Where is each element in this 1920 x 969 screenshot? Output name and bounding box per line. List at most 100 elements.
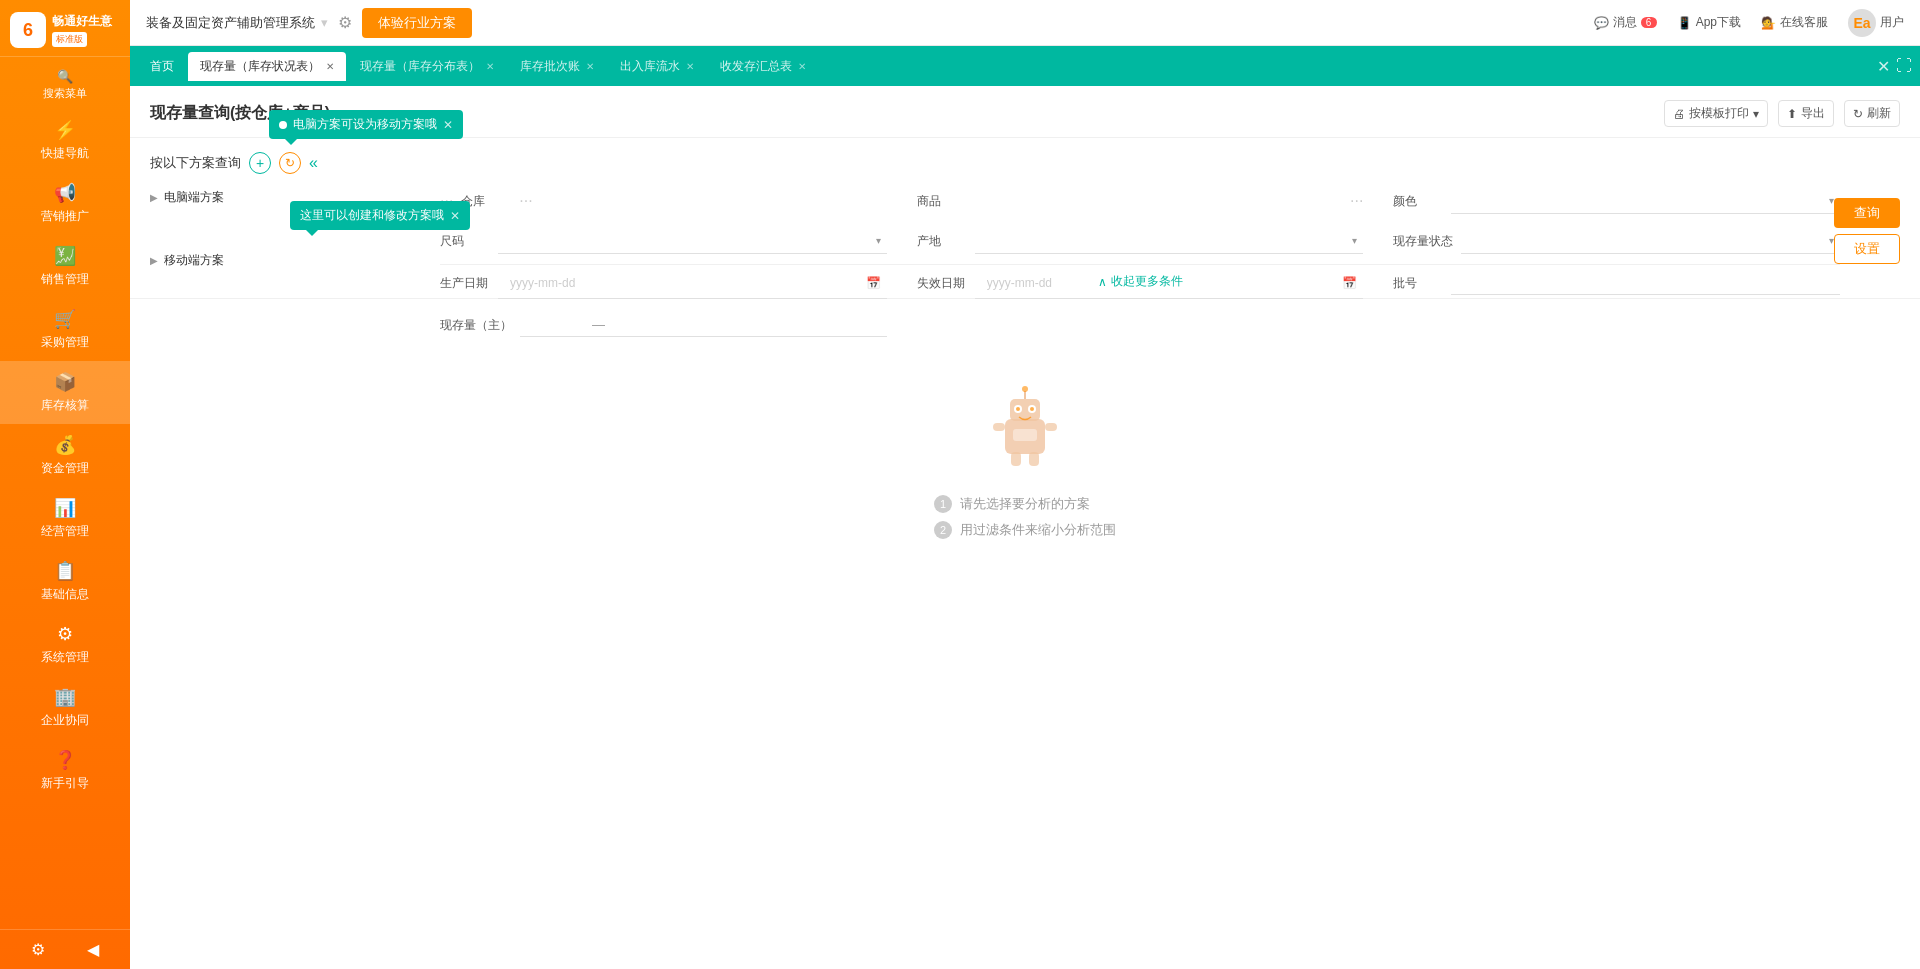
size-select[interactable]: ▾ — [498, 228, 887, 254]
sidebar-item-marketing[interactable]: 📢 营销推广 — [0, 172, 130, 235]
logo-icon: 6 — [10, 12, 46, 48]
content-inner: 现存量查询(按仓库+商品) 🖨 按模板打印 ▾ ⬆ 导出 ↻ 刷新 — [130, 86, 1920, 969]
tab-label: 现存量（库存状况表） — [200, 58, 320, 75]
filter-scheme-btn[interactable]: ↻ — [279, 152, 301, 174]
query-btn[interactable]: 查询 — [1834, 198, 1900, 228]
message-badge: 6 — [1641, 17, 1657, 28]
sidebar-collapse-btn[interactable]: ◀ — [87, 940, 99, 959]
export-icon: ⬆ — [1787, 107, 1797, 121]
schema-expand-icon[interactable]: ▶ — [150, 192, 158, 203]
warehouse-ellipsis[interactable]: ··· — [519, 192, 532, 210]
sidebar-logo[interactable]: 6 畅通好生意 标准版 — [0, 0, 130, 57]
online-support-btn[interactable]: 💁 在线客服 — [1761, 14, 1828, 31]
refresh-label: 刷新 — [1867, 105, 1891, 122]
schema-mobile-label[interactable]: 移动端方案 — [164, 252, 224, 269]
expand-btn[interactable]: ⛶ — [1896, 57, 1912, 75]
color-label: 颜色 — [1393, 193, 1443, 210]
svg-rect-12 — [1013, 429, 1037, 441]
app-download-label: App下载 — [1696, 14, 1741, 31]
refresh-btn[interactable]: ↻ 刷新 — [1844, 100, 1900, 127]
action-column: 查询 设置 — [1834, 198, 1900, 264]
stock-qty-min[interactable] — [526, 318, 586, 332]
empty-hint-2: 2 用过滤条件来缩小分析范围 — [934, 521, 1116, 539]
filter-goods: 商品 ··· — [917, 188, 1364, 214]
tab-close-icon[interactable]: ✕ — [686, 61, 694, 72]
tooltip-popup-2: 这里可以创建和修改方案哦 ✕ — [290, 201, 470, 230]
goods-ellipsis[interactable]: ··· — [1350, 192, 1363, 210]
tab-close-icon[interactable]: ✕ — [586, 61, 594, 72]
system-name-group: 装备及固定资产辅助管理系统 ▾ — [146, 14, 328, 32]
tab-batch-ledger[interactable]: 库存批次账 ✕ — [508, 52, 606, 81]
collapse-btn[interactable]: ∧ 收起更多条件 — [440, 264, 1840, 298]
empty-illustration — [975, 379, 1075, 479]
filter-stock-qty: 现存量（主） — — [440, 313, 887, 337]
user-profile-btn[interactable]: Ea 用户 — [1848, 9, 1904, 37]
svg-rect-11 — [1029, 452, 1039, 466]
sidebar-item-system[interactable]: ⚙ 系统管理 — [0, 613, 130, 676]
goods-label: 商品 — [917, 193, 967, 210]
trial-btn[interactable]: 体验行业方案 — [362, 8, 472, 38]
sidebar-item-label: 销售管理 — [41, 271, 89, 288]
color-select[interactable]: ▾ — [1451, 188, 1840, 214]
filter-add-btn[interactable]: + — [249, 152, 271, 174]
collapse-label: 收起更多条件 — [1111, 273, 1183, 290]
marketing-icon: 📢 — [54, 182, 76, 204]
sidebar-item-search[interactable]: 🔍 搜索菜单 — [0, 57, 130, 109]
tab-inventory-status[interactable]: 现存量（库存状况表） ✕ — [188, 52, 346, 81]
tab-inventory-dist[interactable]: 现存量（库存分布表） ✕ — [348, 52, 506, 81]
phone-icon: 📱 — [1677, 16, 1692, 30]
setting-btn[interactable]: 设置 — [1834, 234, 1900, 264]
tab-home[interactable]: 首页 — [138, 52, 186, 81]
logo-title: 畅通好生意 — [52, 13, 112, 30]
user-avatar-text: Ea — [1853, 15, 1870, 31]
range-dash: — — [592, 317, 605, 332]
settings-gear-icon[interactable]: ⚙ — [338, 13, 352, 32]
origin-select[interactable]: ▾ — [975, 228, 1364, 254]
sidebar-item-operation[interactable]: 📊 经营管理 — [0, 487, 130, 550]
app-download-btn[interactable]: 📱 App下载 — [1677, 14, 1741, 31]
sidebar-item-label: 采购管理 — [41, 334, 89, 351]
sidebar-item-purchase[interactable]: 🛒 采购管理 — [0, 298, 130, 361]
schema-desktop-label[interactable]: 电脑端方案 — [164, 189, 224, 206]
export-btn[interactable]: ⬆ 导出 — [1778, 100, 1834, 127]
basic-icon: 📋 — [54, 560, 76, 582]
stock-qty-max[interactable] — [611, 318, 671, 332]
tab-label: 库存批次账 — [520, 58, 580, 75]
filter-area: 按以下方案查询 + ↻ 电脑方案可设为移动方案哦 ✕ « — [130, 138, 1920, 299]
tooltip-close-2[interactable]: ✕ — [450, 209, 460, 223]
print-label: 按模板打印 — [1689, 105, 1749, 122]
tab-close-icon[interactable]: ✕ — [326, 61, 334, 72]
sidebar-item-sales[interactable]: 💹 销售管理 — [0, 235, 130, 298]
filter-back-btn[interactable]: « — [309, 154, 318, 172]
print-icon: 🖨 — [1673, 107, 1685, 121]
sidebar-item-quick-nav[interactable]: ⚡ 快捷导航 — [0, 109, 130, 172]
tooltip-popup-1: 电脑方案可设为移动方案哦 ✕ — [269, 110, 463, 139]
message-btn[interactable]: 💬 消息 6 — [1594, 14, 1657, 31]
sidebar-item-inventory[interactable]: 📦 库存核算 — [0, 361, 130, 424]
support-icon: 💁 — [1761, 16, 1776, 30]
tooltip-close-1[interactable]: ✕ — [443, 118, 453, 132]
tab-in-out-flow[interactable]: 出入库流水 ✕ — [608, 52, 706, 81]
tab-close-icon[interactable]: ✕ — [798, 61, 806, 72]
operation-icon: 📊 — [54, 497, 76, 519]
tab-receive-summary[interactable]: 收发存汇总表 ✕ — [708, 52, 818, 81]
print-btn[interactable]: 🖨 按模板打印 ▾ — [1664, 100, 1768, 127]
close-all-tabs-btn[interactable]: ✕ — [1877, 57, 1890, 76]
svg-rect-10 — [1011, 452, 1021, 466]
filter-color: 颜色 ▾ — [1393, 188, 1840, 214]
tab-close-icon[interactable]: ✕ — [486, 61, 494, 72]
sidebar-item-enterprise[interactable]: 🏢 企业协同 — [0, 676, 130, 739]
schema-expand-icon-mobile[interactable]: ▶ — [150, 255, 158, 266]
svg-point-5 — [1030, 407, 1034, 411]
sidebar-settings-btn[interactable]: ⚙ — [31, 940, 45, 959]
sidebar-item-basic[interactable]: 📋 基础信息 — [0, 550, 130, 613]
sidebar-item-finance[interactable]: 💰 资金管理 — [0, 424, 130, 487]
tooltip1-container: ↻ 电脑方案可设为移动方案哦 ✕ — [279, 152, 301, 174]
username-label: 用户 — [1880, 14, 1904, 31]
svg-point-7 — [1022, 386, 1028, 392]
svg-point-4 — [1016, 407, 1020, 411]
sidebar-item-label: 营销推广 — [41, 208, 89, 225]
stock-status-select[interactable]: ▾ — [1461, 228, 1840, 254]
topbar: 装备及固定资产辅助管理系统 ▾ ⚙ 体验行业方案 💬 消息 6 📱 App下载 … — [130, 0, 1920, 46]
sidebar-item-guide[interactable]: ❓ 新手引导 — [0, 739, 130, 802]
